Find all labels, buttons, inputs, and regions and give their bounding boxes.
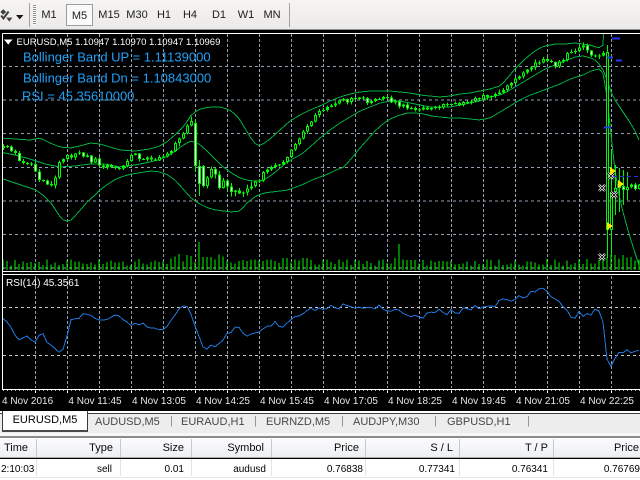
svg-text:4 Nov 15:45: 4 Nov 15:45	[260, 396, 314, 407]
svg-text:4 Nov 19:45: 4 Nov 19:45	[452, 396, 506, 407]
svg-text:RSI(14) 45.3561: RSI(14) 45.3561	[6, 278, 80, 289]
svg-text:4 Nov 18:25: 4 Nov 18:25	[388, 396, 442, 407]
svg-text:4 Nov 11:45: 4 Nov 11:45	[68, 396, 122, 407]
svg-text:Bollinger Band Dn = 1.10843000: Bollinger Band Dn = 1.10843000	[23, 71, 211, 86]
svg-text:4 Nov 13:05: 4 Nov 13:05	[132, 396, 186, 407]
svg-text:4 Nov 14:25: 4 Nov 14:25	[196, 396, 250, 407]
svg-text:4 Nov 22:25: 4 Nov 22:25	[580, 396, 634, 407]
svg-text:Bollinger Band UP = 1.11139000: Bollinger Band UP = 1.11139000	[23, 50, 211, 65]
svg-text:4 Nov 2016: 4 Nov 2016	[2, 396, 54, 407]
svg-text:RSI = 45.35610000: RSI = 45.35610000	[22, 89, 134, 104]
svg-text:EURUSD,M5 1.10947 1.10970 1.1: EURUSD,M5 1.10947 1.10970 1.10947 1.1096…	[17, 37, 221, 48]
svg-text:4 Nov 21:05: 4 Nov 21:05	[516, 396, 570, 407]
svg-text:4 Nov 17:05: 4 Nov 17:05	[324, 396, 378, 407]
